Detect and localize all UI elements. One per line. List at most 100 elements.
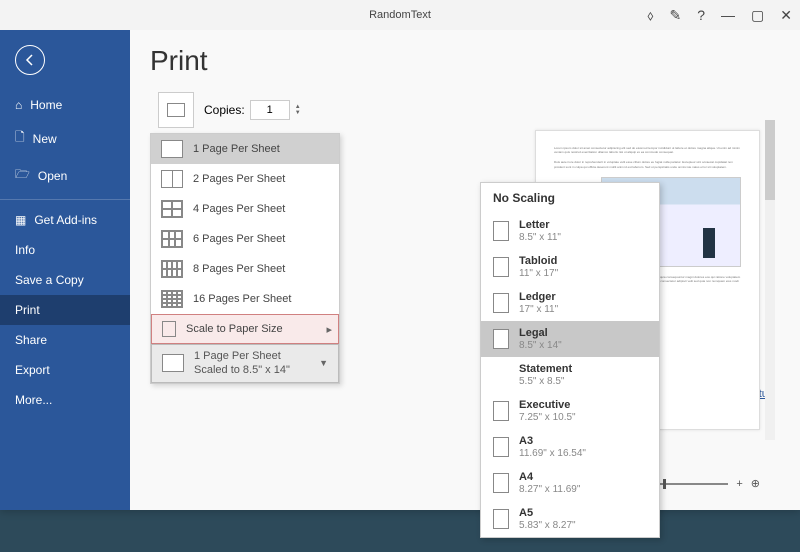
pages-option-8[interactable]: 8 Pages Per Sheet bbox=[151, 254, 339, 284]
paper-option-executive[interactable]: Executive7.25" x 10.5" bbox=[481, 393, 659, 429]
pages-option-6[interactable]: 6 Pages Per Sheet bbox=[151, 224, 339, 254]
zoom-in-button[interactable]: + bbox=[736, 478, 742, 490]
paper-option-a5[interactable]: A55.83" x 8.27" bbox=[481, 501, 659, 537]
sidebar-item-home[interactable]: ⌂ Home bbox=[0, 90, 130, 120]
paper-dims: 8.5" x 14" bbox=[519, 340, 562, 351]
paper-name: A4 bbox=[519, 471, 580, 483]
paper-option-tabloid[interactable]: Tabloid11" x 17" bbox=[481, 249, 659, 285]
page-icon bbox=[493, 293, 509, 313]
scrollbar-thumb[interactable] bbox=[765, 120, 775, 200]
paper-name: Ledger bbox=[519, 291, 558, 303]
paper-menu-header[interactable]: No Scaling bbox=[481, 183, 659, 213]
page-8-icon bbox=[161, 260, 183, 278]
pages-option-2[interactable]: 2 Pages Per Sheet bbox=[151, 164, 339, 194]
paper-dims: 11.69" x 16.54" bbox=[519, 448, 586, 459]
help-icon[interactable]: ? bbox=[697, 7, 705, 23]
printer-icon bbox=[167, 103, 185, 117]
paper-name: A5 bbox=[519, 507, 576, 519]
page-1-icon bbox=[162, 354, 184, 372]
sidebar-item-export[interactable]: Export bbox=[0, 355, 130, 385]
print-panel: Print Copies: ▲▼ 1 Page Per Sheet 2 Page… bbox=[130, 30, 800, 510]
paper-dims: 5.83" x 8.27" bbox=[519, 520, 576, 531]
menu-item-label: 16 Pages Per Sheet bbox=[193, 293, 291, 305]
page-4-icon bbox=[161, 200, 183, 218]
feedback-icon[interactable]: ✎ bbox=[670, 7, 682, 24]
pages-option-1[interactable]: 1 Page Per Sheet bbox=[151, 134, 339, 164]
paper-dims: 17" x 11" bbox=[519, 304, 558, 315]
sidebar-item-more[interactable]: More... bbox=[0, 385, 130, 415]
premium-icon[interactable]: ⬨ bbox=[647, 7, 653, 24]
sidebar-item-open[interactable]: 🗁 Open bbox=[0, 157, 130, 194]
preview-scrollbar[interactable] bbox=[765, 120, 775, 440]
paper-option-legal[interactable]: Legal8.5" x 14" bbox=[481, 321, 659, 357]
page-icon bbox=[493, 509, 509, 529]
sidebar-item-label: Get Add-ins bbox=[34, 213, 97, 227]
zoom-handle[interactable] bbox=[663, 479, 666, 489]
addins-icon: ▦ bbox=[15, 213, 26, 227]
page-6-icon bbox=[161, 230, 183, 248]
current-selection-summary[interactable]: 1 Page Per SheetScaled to 8.5" x 14" ▼ bbox=[151, 344, 339, 383]
paper-dims: 8.27" x 11.69" bbox=[519, 484, 580, 495]
paper-name: A3 bbox=[519, 435, 586, 447]
menu-item-label: 2 Pages Per Sheet bbox=[193, 173, 285, 185]
print-button[interactable] bbox=[158, 92, 194, 128]
sidebar-item-share[interactable]: Share bbox=[0, 325, 130, 355]
minimize-button[interactable]: — bbox=[721, 7, 735, 23]
back-button[interactable] bbox=[15, 45, 45, 75]
scale-to-paper-size[interactable]: Scale to Paper Size ▸ bbox=[151, 314, 339, 344]
maximize-button[interactable]: ▢ bbox=[751, 7, 764, 24]
sidebar-item-print[interactable]: Print bbox=[0, 295, 130, 325]
sidebar-item-addins[interactable]: ▦ Get Add-ins bbox=[0, 205, 130, 235]
paper-size-submenu: No Scaling Letter8.5" x 11" Tabloid11" x… bbox=[480, 182, 660, 538]
menu-item-label: 1 Page Per Sheet bbox=[193, 143, 280, 155]
titlebar: RandomText ⬨ ✎ ? — ▢ ✕ bbox=[0, 0, 800, 30]
copies-label: Copies: bbox=[204, 103, 245, 117]
pages-option-4[interactable]: 4 Pages Per Sheet bbox=[151, 194, 339, 224]
menu-item-label: 4 Pages Per Sheet bbox=[193, 203, 285, 215]
paper-name: Executive bbox=[519, 399, 576, 411]
document-title: RandomText bbox=[369, 9, 431, 21]
preview-text: Duis aute irure dolor in reprehenderit i… bbox=[554, 160, 741, 168]
new-icon: 🗋 bbox=[15, 128, 25, 149]
page-icon bbox=[493, 257, 509, 277]
sidebar-item-label: Info bbox=[15, 243, 35, 257]
preview-text: Lorem ipsum dolor sit amet consectetur a… bbox=[554, 146, 741, 154]
paper-option-ledger[interactable]: Ledger17" x 11" bbox=[481, 285, 659, 321]
paper-option-letter[interactable]: Letter8.5" x 11" bbox=[481, 213, 659, 249]
sidebar-item-label: Open bbox=[38, 169, 67, 183]
fit-to-window-button[interactable]: ⊕ bbox=[751, 477, 760, 490]
menu-item-label: 6 Pages Per Sheet bbox=[193, 233, 285, 245]
paper-option-a3[interactable]: A311.69" x 16.54" bbox=[481, 429, 659, 465]
close-button[interactable]: ✕ bbox=[780, 7, 792, 24]
copies-input[interactable] bbox=[250, 100, 290, 120]
open-icon: 🗁 bbox=[15, 165, 30, 186]
paper-dims: 5.5" x 8.5" bbox=[519, 376, 564, 387]
paper-name: Letter bbox=[519, 219, 561, 231]
page-icon bbox=[493, 221, 509, 241]
sidebar-item-info[interactable]: Info bbox=[0, 235, 130, 265]
sidebar-item-save[interactable]: Save a Copy bbox=[0, 265, 130, 295]
page-icon bbox=[493, 437, 509, 457]
page-2-icon bbox=[161, 170, 183, 188]
chevron-down-icon[interactable]: ▼ bbox=[295, 110, 301, 116]
paper-dims: 11" x 17" bbox=[519, 268, 558, 279]
sidebar-item-label: Home bbox=[30, 98, 62, 112]
home-icon: ⌂ bbox=[15, 98, 22, 112]
sidebar-separator bbox=[0, 199, 130, 200]
chevron-down-icon: ▼ bbox=[319, 358, 328, 368]
copies-spinner[interactable]: ▲▼ bbox=[295, 104, 301, 116]
pages-option-16[interactable]: 16 Pages Per Sheet bbox=[151, 284, 339, 314]
menu-item-label: 8 Pages Per Sheet bbox=[193, 263, 285, 275]
zoom-slider[interactable] bbox=[648, 483, 728, 485]
scale-icon bbox=[162, 321, 176, 337]
paper-option-statement[interactable]: Statement5.5" x 8.5" bbox=[481, 357, 659, 393]
sidebar-item-label: Export bbox=[15, 363, 50, 377]
paper-option-a4[interactable]: A48.27" x 11.69" bbox=[481, 465, 659, 501]
sidebar-item-label: More... bbox=[15, 393, 52, 407]
sidebar-item-label: Share bbox=[15, 333, 47, 347]
page-icon bbox=[493, 329, 509, 349]
sidebar-item-new[interactable]: 🗋New bbox=[0, 120, 130, 157]
page-16-icon bbox=[161, 290, 183, 308]
pages-per-sheet-menu: 1 Page Per Sheet 2 Pages Per Sheet 4 Pag… bbox=[150, 133, 340, 384]
menu-item-label: Scale to Paper Size bbox=[186, 323, 283, 335]
